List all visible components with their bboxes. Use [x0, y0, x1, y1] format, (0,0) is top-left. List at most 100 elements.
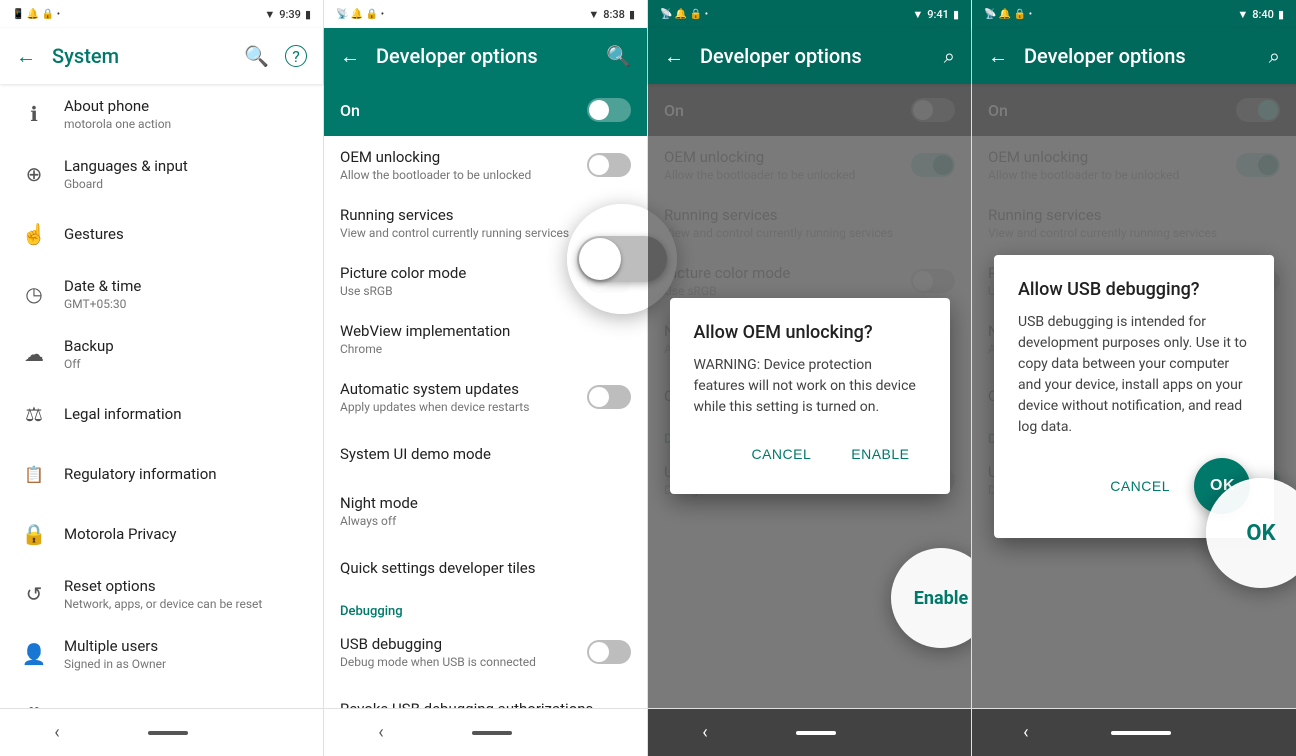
- back-icon-p2[interactable]: ←: [340, 44, 360, 69]
- help-icon-p1[interactable]: ?: [285, 45, 307, 67]
- dev-subtitle-usb: Debug mode when USB is connected: [340, 655, 587, 669]
- dev-item-revoke-usb[interactable]: Revoke USB debugging authorizations: [324, 681, 647, 708]
- settings-list-p1: ℹ About phone motorola one action ⊕ Lang…: [0, 84, 323, 708]
- settings-item-legal[interactable]: ⚖ Legal information: [0, 384, 323, 444]
- settings-item-gestures[interactable]: ☝ Gestures: [0, 204, 323, 264]
- gesture-icon: ☝: [16, 216, 52, 252]
- regulatory-icon: 📋: [16, 456, 52, 492]
- settings-item-backup[interactable]: ☁ Backup Off: [0, 324, 323, 384]
- dialog-cancel-oem[interactable]: Cancel: [735, 438, 827, 470]
- search-icon-p2[interactable]: 🔍: [606, 44, 631, 68]
- app-title-p2: Developer options: [376, 44, 590, 68]
- settings-item-developer[interactable]: {} Developer options: [0, 684, 323, 708]
- privacy-icon: 🔒: [16, 516, 52, 552]
- back-icon-p1[interactable]: ←: [16, 44, 36, 69]
- clock-icon: ◷: [16, 276, 52, 312]
- item-title-reset: Reset options: [64, 577, 307, 595]
- nav-back-p3[interactable]: ‹: [682, 714, 727, 751]
- reset-icon: ↺: [16, 576, 52, 612]
- dialog-enable-oem[interactable]: Enable: [835, 438, 925, 470]
- item-title-developer: Developer options: [64, 705, 307, 708]
- enable-btn-magnified-label: Enable: [914, 588, 968, 609]
- legal-icon: ⚖: [16, 396, 52, 432]
- dev-item-quick-settings[interactable]: Quick settings developer tiles: [324, 540, 647, 596]
- globe-icon: ⊕: [16, 156, 52, 192]
- settings-item-regulatory[interactable]: 📋 Regulatory information: [0, 444, 323, 504]
- dev-title-usb: USB debugging: [340, 635, 587, 653]
- dialog-actions-oem: Cancel Enable: [694, 438, 926, 470]
- item-title-privacy: Motorola Privacy: [64, 525, 307, 543]
- dialog-title-usb: Allow USB debugging?: [1018, 279, 1250, 300]
- on-toggle-p2[interactable]: [587, 98, 631, 122]
- nav-back-p4[interactable]: ‹: [1003, 714, 1048, 751]
- back-icon-p3[interactable]: ←: [664, 44, 684, 69]
- wifi-icon-p2: ▼: [588, 8, 599, 21]
- dev-item-night-mode[interactable]: Night mode Always off: [324, 482, 647, 540]
- time-p2: 8:38: [603, 8, 625, 21]
- nav-indicator-p4: [1111, 731, 1171, 735]
- battery-icon-p2: ▮: [629, 8, 635, 21]
- app-bar-p3: ← Developer options ⌕: [648, 28, 971, 84]
- dev-title-autoupdates: Automatic system updates: [340, 380, 587, 398]
- battery-icon-p4: ▮: [1278, 8, 1284, 21]
- battery-icon-p1: ▮: [305, 8, 311, 21]
- dev-title-oem: OEM unlocking: [340, 148, 587, 166]
- search-icon-p4[interactable]: ⌕: [1269, 44, 1280, 68]
- nav-bar-p4: ‹: [972, 708, 1296, 756]
- back-icon-p4[interactable]: ←: [988, 44, 1008, 69]
- toggle-autoupdates-p2[interactable]: [587, 385, 631, 409]
- nav-bar-p3: ‹: [648, 708, 971, 756]
- toggle-oem-p2[interactable]: [587, 153, 631, 177]
- dev-item-oem-unlocking[interactable]: OEM unlocking Allow the bootloader to be…: [324, 136, 647, 194]
- dev-item-auto-updates[interactable]: Automatic system updates Apply updates w…: [324, 368, 647, 426]
- item-subtitle-about: motorola one action: [64, 117, 307, 131]
- time-p3: 9:41: [927, 8, 949, 21]
- settings-item-multiple-users[interactable]: 👤 Multiple users Signed in as Owner: [0, 624, 323, 684]
- panel-developer-options: 📡 🔔 🔒 • ▼ 8:38 ▮ ← Developer options 🔍 O…: [324, 0, 648, 756]
- nav-back-p2[interactable]: ‹: [358, 714, 403, 751]
- app-bar-p1: ← System 🔍 ?: [0, 28, 323, 84]
- enable-btn-magnified: Enable: [891, 548, 971, 648]
- oem-dialog: Allow OEM unlocking? WARNING: Device pro…: [670, 298, 950, 494]
- nav-back-p1[interactable]: ‹: [34, 714, 79, 751]
- toggle-usb-p2[interactable]: [587, 640, 631, 664]
- on-label-p2: On: [340, 101, 360, 120]
- dev-item-system-ui-demo[interactable]: System UI demo mode: [324, 426, 647, 482]
- status-bar-p2: 📡 🔔 🔒 • ▼ 8:38 ▮: [324, 0, 647, 28]
- dev-item-usb-debugging[interactable]: USB debugging Debug mode when USB is con…: [324, 623, 647, 681]
- dev-item-webview[interactable]: WebView implementation Chrome: [324, 310, 647, 368]
- settings-item-about-phone[interactable]: ℹ About phone motorola one action: [0, 84, 323, 144]
- nav-bar-p1: ‹: [0, 708, 323, 756]
- panel3-content: On OEM unlocking Allow the bootloader to…: [648, 84, 971, 708]
- app-bar-p2: ← Developer options 🔍: [324, 28, 647, 84]
- status-left-p2: 📡 🔔 🔒 •: [336, 9, 384, 20]
- settings-item-datetime[interactable]: ◷ Date & time GMT+05:30: [0, 264, 323, 324]
- nav-indicator-p3: [796, 731, 836, 735]
- item-title-languages: Languages & input: [64, 157, 307, 175]
- item-subtitle-users: Signed in as Owner: [64, 657, 307, 671]
- search-icon-p3[interactable]: ⌕: [944, 44, 955, 68]
- dev-subtitle-webview: Chrome: [340, 342, 631, 356]
- item-title-users: Multiple users: [64, 637, 307, 655]
- settings-item-motorola-privacy[interactable]: 🔒 Motorola Privacy: [0, 504, 323, 564]
- dev-title-webview: WebView implementation: [340, 322, 631, 340]
- dialog-body-usb: USB debugging is intended for developmen…: [1018, 312, 1250, 438]
- nav-indicator-p1: [148, 731, 188, 735]
- panel-oem-dialog: 📡 🔔 🔒 • ▼ 9:41 ▮ ← Developer options ⌕ O…: [648, 0, 972, 756]
- toggle-large-thumb-p2: [579, 238, 621, 280]
- dialog-cancel-usb[interactable]: Cancel: [1094, 458, 1186, 514]
- settings-item-languages[interactable]: ⊕ Languages & input Gboard: [0, 144, 323, 204]
- search-icon-p1[interactable]: 🔍: [244, 44, 269, 68]
- status-bar-p4: 📡 🔔 🔒 • ▼ 8:40 ▮: [972, 0, 1296, 28]
- dev-subtitle-oem: Allow the bootloader to be unlocked: [340, 168, 587, 182]
- toggle-thumb-p2: [589, 100, 609, 120]
- app-title-p1: System: [52, 44, 228, 68]
- dialog-body-oem: WARNING: Device protection features will…: [694, 355, 926, 418]
- settings-item-reset[interactable]: ↺ Reset options Network, apps, or device…: [0, 564, 323, 624]
- on-header-p2[interactable]: On: [324, 84, 647, 136]
- time-p4: 8:40: [1252, 8, 1274, 21]
- dialog-overlay-p4: Allow USB debugging? USB debugging is in…: [972, 84, 1296, 708]
- dialog-title-oem: Allow OEM unlocking?: [694, 322, 926, 343]
- dev-title-quicksettings: Quick settings developer tiles: [340, 559, 631, 577]
- status-bar-p1: 📱 🔔 🔒 • ▼ 9:39 ▮: [0, 0, 323, 28]
